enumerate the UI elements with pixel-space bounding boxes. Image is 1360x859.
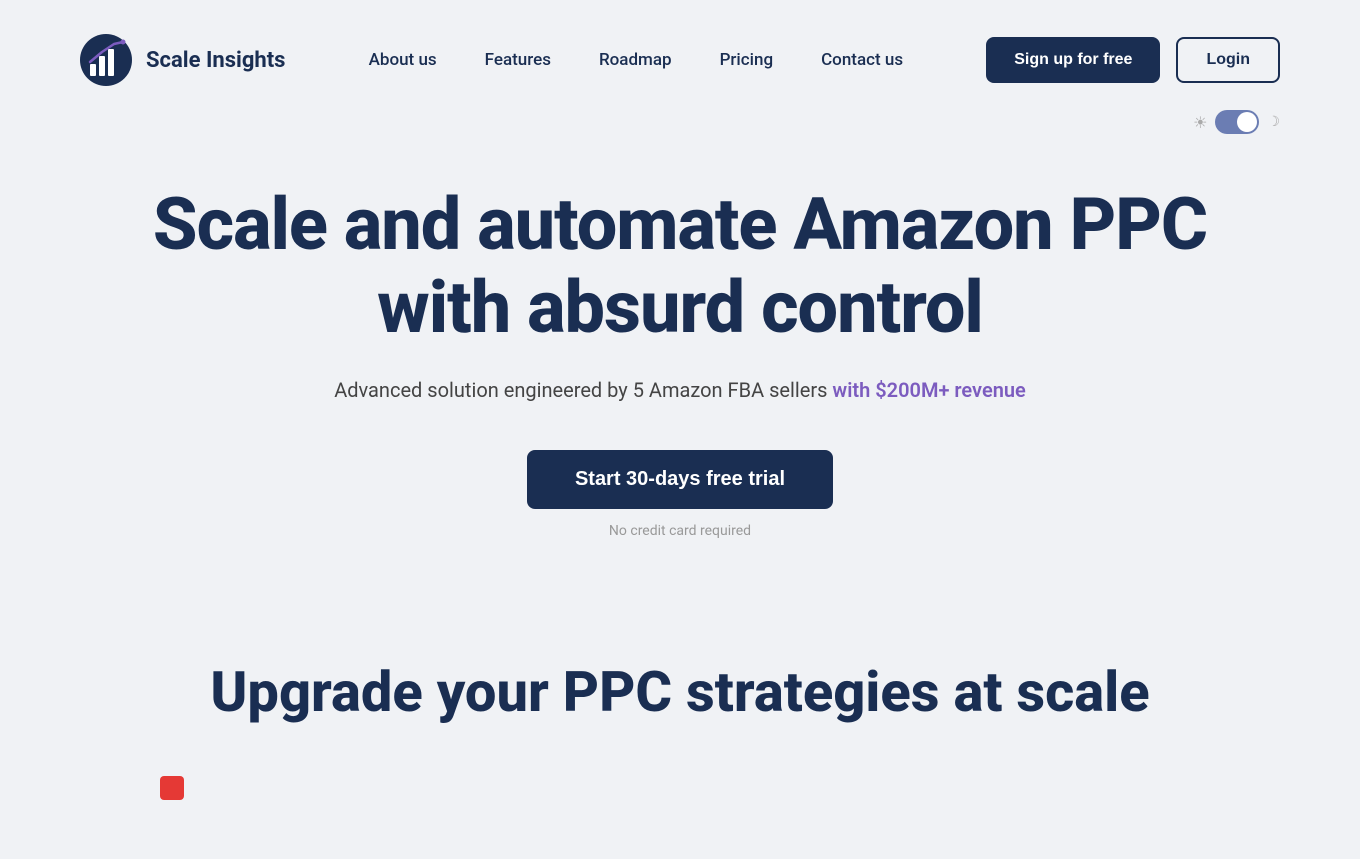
hero-title: Scale and automate Amazon PPC with absur… — [80, 184, 1280, 350]
theme-toggle-knob — [1237, 112, 1257, 132]
nav-item-pricing[interactable]: Pricing — [720, 50, 774, 70]
no-credit-text: No credit card required — [80, 523, 1280, 539]
signup-button[interactable]: Sign up for free — [986, 37, 1160, 83]
nav-link-contact[interactable]: Contact us — [821, 50, 903, 70]
hero-subtitle: Advanced solution engineered by 5 Amazon… — [80, 378, 1280, 402]
trial-button[interactable]: Start 30-days free trial — [527, 450, 833, 509]
nav-item-features[interactable]: Features — [485, 50, 551, 70]
moon-icon: ☽ — [1267, 114, 1280, 130]
hero-title-line1: Scale and automate Amazon PPC — [153, 182, 1207, 267]
hero-subtitle-plain: Advanced solution engineered by 5 Amazon… — [334, 378, 827, 402]
nav-item-roadmap[interactable]: Roadmap — [599, 50, 672, 70]
nav-link-roadmap[interactable]: Roadmap — [599, 50, 672, 70]
hero-subtitle-highlight: with $200M+ revenue — [832, 378, 1025, 402]
hero-section: Scale and automate Amazon PPC with absur… — [0, 144, 1360, 599]
nav-link-pricing[interactable]: Pricing — [720, 50, 774, 70]
logo-text: Scale Insights — [146, 48, 285, 73]
hero-title-line2: with absurd control — [377, 265, 983, 350]
theme-toggle-area: ☀ ☽ — [0, 110, 1360, 134]
login-button[interactable]: Login — [1176, 37, 1280, 83]
upgrade-title: Upgrade your PPC strategies at scale — [80, 659, 1280, 726]
red-square-decoration — [160, 776, 184, 800]
nav-item-contact[interactable]: Contact us — [821, 50, 903, 70]
nav-link-features[interactable]: Features — [485, 50, 551, 70]
nav-links: About us Features Roadmap Pricing Contac… — [369, 50, 903, 70]
upgrade-section: Upgrade your PPC strategies at scale — [0, 599, 1360, 824]
nav-actions: Sign up for free Login — [986, 37, 1280, 83]
theme-toggle[interactable] — [1215, 110, 1259, 134]
nav-item-about[interactable]: About us — [369, 50, 437, 70]
nav-link-about[interactable]: About us — [369, 50, 437, 70]
navbar: Scale Insights About us Features Roadmap… — [0, 0, 1360, 120]
logo-link[interactable]: Scale Insights — [80, 34, 285, 86]
sun-icon: ☀ — [1193, 113, 1207, 132]
logo-icon — [80, 34, 132, 86]
